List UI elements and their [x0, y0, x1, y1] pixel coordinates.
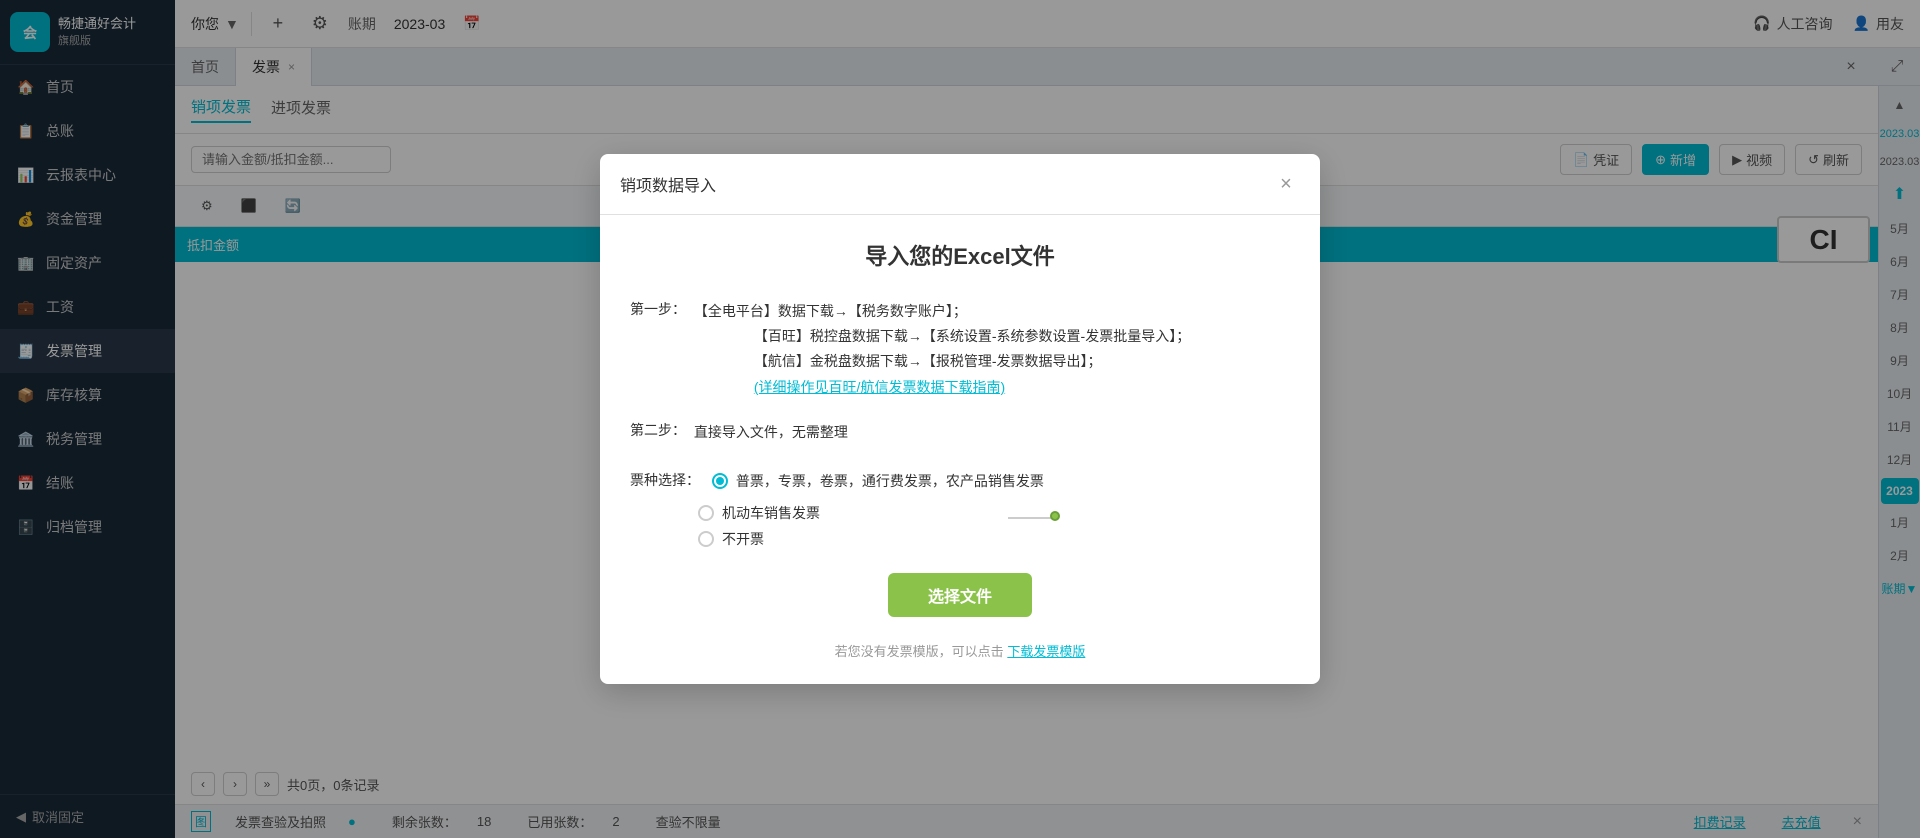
select-file-btn[interactable]: 选择文件 — [888, 573, 1032, 617]
step1-line-1: 【全电平台】数据下载→【税务数字账户】； — [694, 303, 967, 319]
modal-footer: 若您没有发票模版，可以点击 下载发票模版 — [630, 641, 1290, 660]
step1-content: 【全电平台】数据下载→【税务数字账户】； 【百旺】税控盘数据下载→【系统设置-系… — [694, 299, 1190, 400]
radio-btn-2[interactable] — [698, 531, 714, 547]
ticket-option-0[interactable]: 普票，专票，卷票，通行费发票，农产品销售发票 — [712, 471, 1044, 491]
step2-label: 第二步： — [630, 420, 690, 440]
ticket-option-2[interactable]: 不开票 — [698, 529, 1290, 549]
modal-title: 销项数据导入 — [620, 172, 716, 196]
modal-header: 销项数据导入 × — [600, 154, 1320, 215]
ticket-option-1[interactable]: 机动车销售发票 — [698, 503, 1290, 523]
step2-section: 第二步： 直接导入文件，无需整理 — [630, 420, 1290, 445]
select-file-container: 选择文件 — [630, 573, 1290, 617]
tooltip-dot — [1050, 511, 1060, 521]
radio-label-0: 普票，专票，卷票，通行费发票，农产品销售发票 — [736, 471, 1044, 491]
step1-line-2: 【百旺】税控盘数据下载→【系统设置-系统参数设置-发票批量导入】； — [754, 328, 1190, 344]
footer-text: 若您没有发票模版，可以点击 — [835, 644, 1004, 659]
radio-btn-0[interactable] — [712, 473, 728, 489]
modal-overlay: 销项数据导入 × 导入您的Excel文件 第一步： 【全电平台】数据下载→【税务… — [0, 0, 1920, 838]
modal-dialog: 销项数据导入 × 导入您的Excel文件 第一步： 【全电平台】数据下载→【税务… — [600, 154, 1320, 684]
step1-line-3: 【航信】金税盘数据下载→【报税管理-发票数据导出】； — [754, 353, 1102, 369]
step2-content: 直接导入文件，无需整理 — [694, 420, 848, 445]
radio-label-2: 不开票 — [722, 529, 764, 549]
ticket-section: 票种选择： 普票，专票，卷票，通行费发票，农产品销售发票 机动车销售发票 — [630, 465, 1290, 549]
radio-btn-1[interactable] — [698, 505, 714, 521]
ticket-select-label: 票种选择： — [630, 472, 700, 488]
footer-link[interactable]: 下载发票模版 — [1007, 644, 1085, 659]
modal-close-btn[interactable]: × — [1272, 170, 1300, 198]
radio-dot-0 — [716, 477, 724, 485]
step1-link[interactable]: (详细操作见百旺/航信发票数据下载指南) — [754, 379, 1005, 395]
step1-section: 第一步： 【全电平台】数据下载→【税务数字账户】； 【百旺】税控盘数据下载→【系… — [630, 299, 1290, 400]
step1-label: 第一步： — [630, 299, 690, 319]
modal-main-title: 导入您的Excel文件 — [630, 239, 1290, 271]
modal-body: 导入您的Excel文件 第一步： 【全电平台】数据下载→【税务数字账户】； 【百… — [600, 215, 1320, 684]
radio-label-1: 机动车销售发票 — [722, 503, 820, 523]
